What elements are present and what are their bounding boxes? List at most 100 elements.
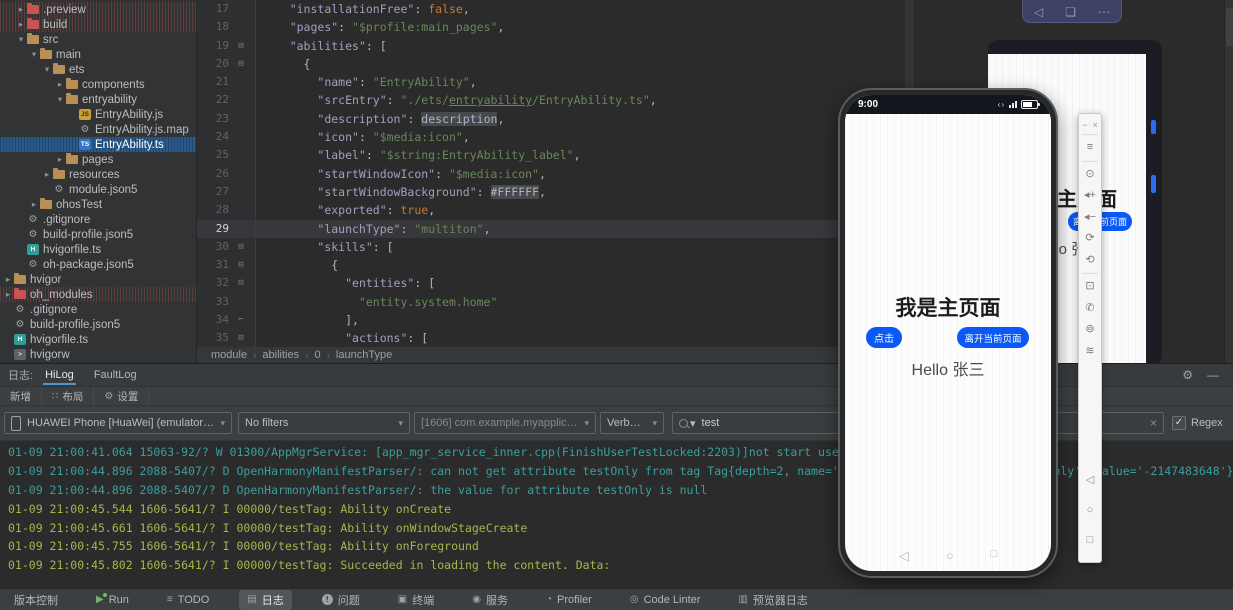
regex-checkbox[interactable]: ✓ Regex — [1172, 416, 1223, 430]
code-line-22[interactable]: 22 "srcEntry": "./ets/entryability/Entry… — [197, 91, 915, 109]
rotate-screen-icon[interactable]: ⟳ — [1085, 228, 1094, 250]
device-select[interactable]: HUAWEI Phone [HuaWei] (emulator-5554) ▾ — [4, 412, 232, 434]
tree-item-hvigorfile-ts[interactable]: Hhvigorfile.ts — [0, 242, 196, 257]
statusbar-item-code-linter[interactable]: ◎Code Linter — [622, 592, 709, 608]
code-line-27[interactable]: 27 "startWindowBackground": #FFFFFF, — [197, 183, 915, 201]
toolbar-button-[interactable]: 新增 — [0, 387, 42, 405]
nav-recents-icon[interactable]: □ — [1087, 532, 1094, 549]
chevron-down-icon[interactable]: ▾ — [15, 34, 27, 45]
location-icon[interactable]: ⊚ — [1085, 319, 1094, 341]
statusbar-item-todo[interactable]: ≡TODO — [159, 592, 217, 608]
fold-marker-icon[interactable]: ⊟ — [233, 256, 249, 274]
breadcrumb-item-abilities[interactable]: abilities — [262, 349, 299, 361]
nav-back-icon[interactable]: ◁ — [1086, 472, 1094, 489]
chevron-right-icon[interactable]: ▸ — [41, 169, 53, 180]
tree-item-build[interactable]: ▸build — [0, 17, 196, 32]
tab-faultlog[interactable]: FaultLog — [92, 366, 139, 383]
chevron-right-icon[interactable]: ▸ — [28, 199, 40, 210]
code-line-18[interactable]: 18 "pages": "$profile:main_pages", — [197, 18, 915, 36]
nav-home-icon[interactable]: ○ — [1087, 502, 1094, 519]
tree-item-src[interactable]: ▾src — [0, 32, 196, 47]
chevron-right-icon[interactable]: ▸ — [2, 289, 14, 300]
tab-hilog[interactable]: HiLog — [43, 366, 76, 385]
tree-item-pages[interactable]: ▸pages — [0, 152, 196, 167]
statusbar-item-profiler[interactable]: ◔Profiler — [538, 592, 600, 608]
code-line-25[interactable]: 25 "label": "$string:EntryAbility_label"… — [197, 146, 915, 164]
screenshot-icon[interactable]: ⊡ — [1085, 276, 1094, 298]
tree-item-build-profile-json5[interactable]: ⚙build-profile.json5 — [0, 317, 196, 332]
tree-item-entryability-js-map[interactable]: ⚙EntryAbility.js.map — [0, 122, 196, 137]
call-icon[interactable]: ✆ — [1085, 298, 1094, 320]
toolbar-button-[interactable]: ⚙设置 — [94, 387, 149, 405]
chevron-right-icon[interactable]: ▸ — [54, 79, 66, 90]
chevron-down-icon[interactable]: ▾ — [41, 64, 53, 75]
code-line-19[interactable]: 19⊟ "abilities": [ — [197, 37, 915, 55]
power-icon[interactable]: ⊙ — [1085, 164, 1094, 186]
search-options-caret[interactable]: ▾ — [690, 417, 696, 430]
tree-item-resources[interactable]: ▸resources — [0, 167, 196, 182]
wifi-icon[interactable]: ≋ — [1085, 341, 1094, 363]
menu-icon[interactable]: ≡ — [1087, 137, 1093, 159]
code-line-31[interactable]: 31⊟ { — [197, 256, 915, 274]
breadcrumb-item-launchtype[interactable]: launchType — [336, 349, 392, 361]
chevron-down-icon[interactable]: ▾ — [54, 94, 66, 105]
close-icon[interactable]: × — [1093, 120, 1098, 130]
breadcrumb-item-module[interactable]: module — [211, 349, 247, 361]
tree-item-oh-modules[interactable]: ▸oh_modules — [0, 287, 196, 302]
leave-page-button[interactable]: 离开当前页面 — [957, 327, 1029, 348]
code-line-34[interactable]: 34⌐ ], — [197, 311, 915, 329]
code-line-20[interactable]: 20⊟ { — [197, 55, 915, 73]
minimize-icon[interactable]: − — [1082, 120, 1087, 130]
breadcrumb-item-0[interactable]: 0 — [314, 349, 320, 361]
click-button[interactable]: 点击 — [866, 327, 902, 348]
phone-screen[interactable]: 9:00 ‹› 我是主页面 点击 离开当前页面 Hello 张三 ◁ ○ □ — [845, 95, 1051, 571]
back-icon[interactable]: ◁ — [1034, 5, 1043, 19]
statusbar-item-[interactable]: ◉服务 — [464, 590, 516, 610]
tree-item-preview[interactable]: ▸.preview — [0, 2, 196, 17]
settings-gear-icon[interactable]: ⚙ — [1182, 368, 1193, 382]
tree-item-ets[interactable]: ▾ets — [0, 62, 196, 77]
volume-down-icon[interactable]: ◂− — [1084, 207, 1096, 229]
statusbar-item-[interactable]: 版本控制 — [6, 590, 66, 610]
duplicate-screen-icon[interactable]: ❏ — [1065, 5, 1076, 19]
clear-search-icon[interactable]: × — [1150, 416, 1157, 430]
nav-back-icon[interactable]: ◁ — [899, 548, 909, 564]
volume-up-icon[interactable]: ◂+ — [1084, 185, 1096, 207]
tree-item-ohostest[interactable]: ▸ohosTest — [0, 197, 196, 212]
code-line-24[interactable]: 24 "icon": "$media:icon", — [197, 128, 915, 146]
tree-item-hvigorfile-ts[interactable]: Hhvigorfile.ts — [0, 332, 196, 347]
tree-item-components[interactable]: ▸components — [0, 77, 196, 92]
code-line-23[interactable]: 23 "description": description, — [197, 110, 915, 128]
statusbar-item-[interactable]: ▥预览器日志 — [730, 590, 815, 610]
more-icon[interactable]: ⋯ — [1098, 5, 1110, 19]
code-line-17[interactable]: 17 "installationFree": false, — [197, 0, 915, 18]
nav-recents-icon[interactable]: □ — [991, 548, 998, 564]
code-line-21[interactable]: 21 "name": "EntryAbility", — [197, 73, 915, 91]
tree-item-build-profile-json5[interactable]: ⚙build-profile.json5 — [0, 227, 196, 242]
code-line-33[interactable]: 33 "entity.system.home" — [197, 293, 915, 311]
tree-item-oh-package-json5[interactable]: ⚙oh-package.json5 — [0, 257, 196, 272]
code-line-32[interactable]: 32⊟ "entities": [ — [197, 274, 915, 292]
chevron-right-icon[interactable]: ▸ — [2, 274, 14, 285]
rotate-back-icon[interactable]: ⟲ — [1085, 250, 1094, 272]
minimize-icon[interactable]: — — [1207, 368, 1219, 382]
tree-item-hvigorw[interactable]: >hvigorw — [0, 347, 196, 362]
code-line-35[interactable]: 35⊟ "actions": [ — [197, 329, 915, 347]
tree-item-main[interactable]: ▾main — [0, 47, 196, 62]
right-tool-tab[interactable] — [1226, 8, 1233, 46]
filter-select[interactable]: No filters ▾ — [238, 412, 410, 434]
tree-item-entryability[interactable]: ▾entryability — [0, 92, 196, 107]
chevron-right-icon[interactable]: ▸ — [15, 4, 27, 15]
fold-marker-icon[interactable]: ⊟ — [233, 238, 249, 256]
fold-marker-icon[interactable]: ⊟ — [233, 55, 249, 73]
statusbar-item-[interactable]: ▣终端 — [390, 590, 442, 610]
code-line-29[interactable]: 29 "launchType": "multiton", — [197, 220, 915, 238]
level-select[interactable]: Verbose ▾ — [600, 412, 664, 434]
chevron-right-icon[interactable]: ▸ — [54, 154, 66, 165]
code-line-26[interactable]: 26 "startWindowIcon": "$media:icon", — [197, 165, 915, 183]
fold-marker-icon[interactable]: ⊟ — [233, 274, 249, 292]
tree-item-gitignore[interactable]: ⚙.gitignore — [0, 302, 196, 317]
tree-item-hvigor[interactable]: ▸hvigor — [0, 272, 196, 287]
code-line-30[interactable]: 30⊟ "skills": [ — [197, 238, 915, 256]
tree-item-module-json5[interactable]: ⚙module.json5 — [0, 182, 196, 197]
